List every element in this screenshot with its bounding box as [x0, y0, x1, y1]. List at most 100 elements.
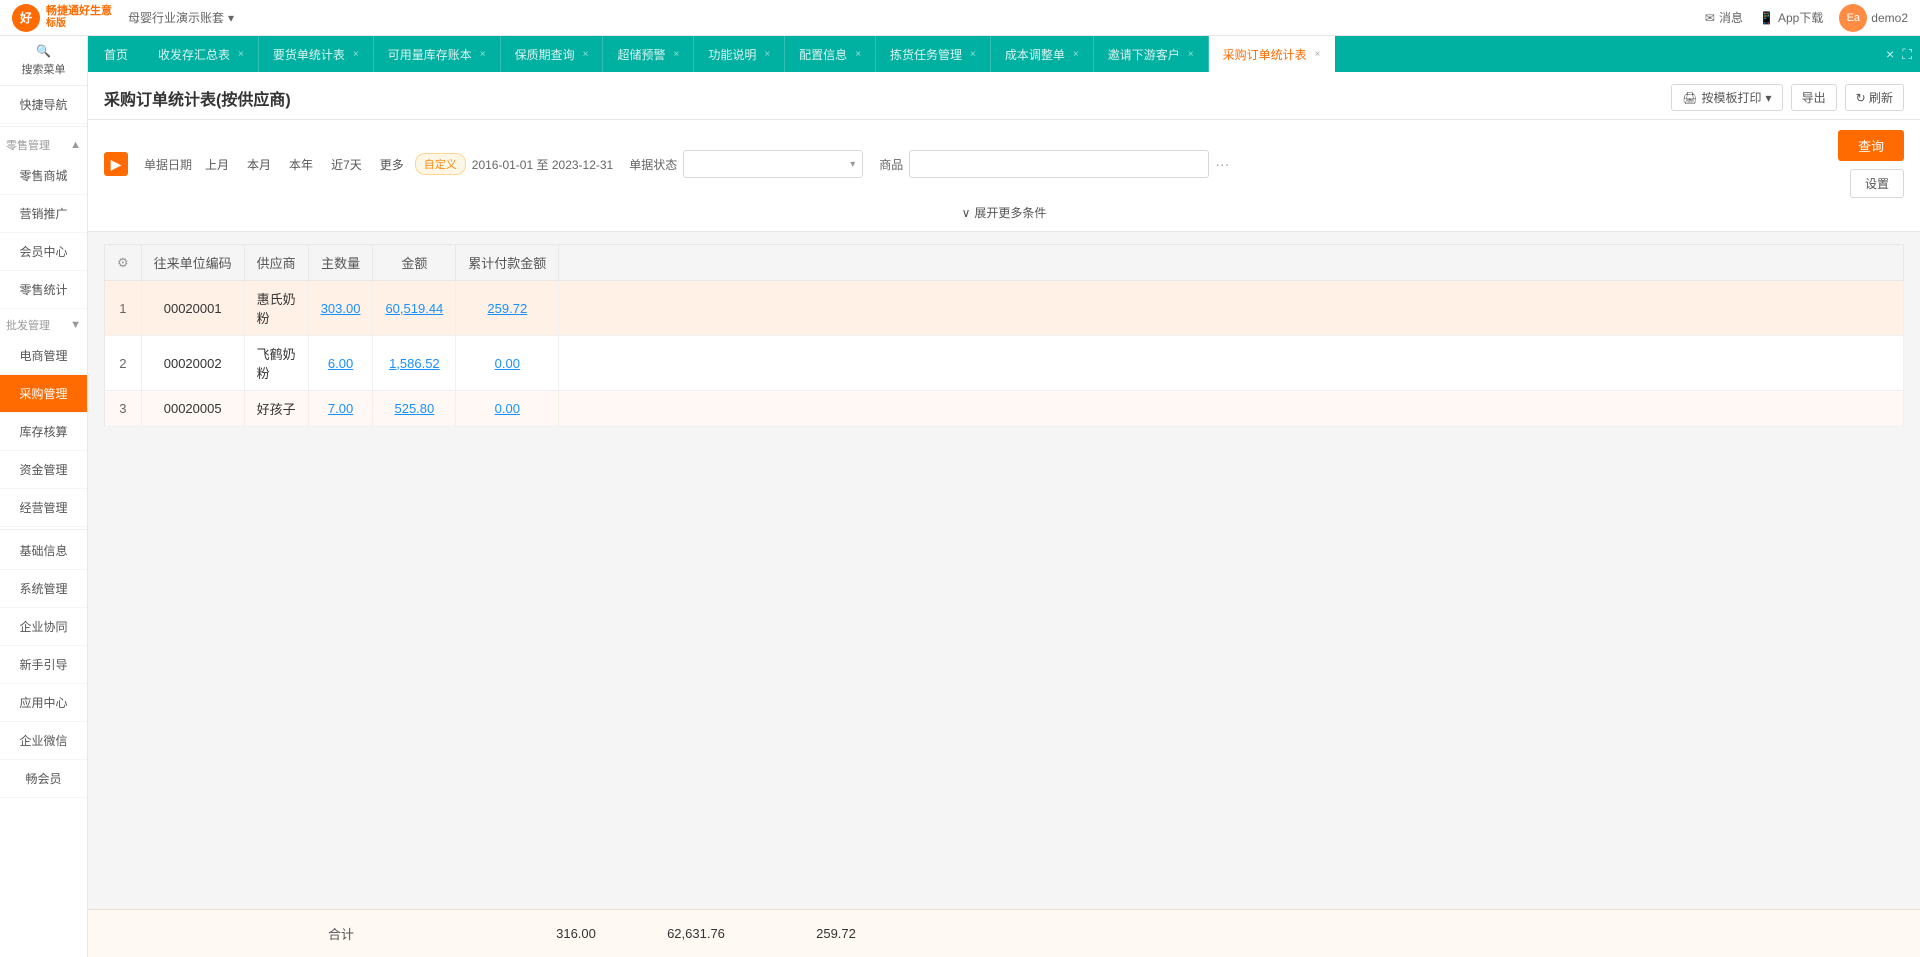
sidebar-item-newbie[interactable]: 新手引导	[0, 646, 87, 684]
tab-function-desc[interactable]: 功能说明 ×	[694, 36, 785, 72]
message-action[interactable]: ✉ 消息	[1705, 9, 1743, 26]
top-bar-right: ✉ 消息 📱 App下载 Ea demo2	[1705, 4, 1908, 32]
sidebar-item-retail-shop[interactable]: 零售商城	[0, 157, 87, 195]
amount-cell[interactable]: 60,519.44	[373, 281, 456, 336]
tab-available-stock[interactable]: 可用量库存账本 ×	[374, 36, 501, 72]
sidebar-quick-nav[interactable]: 快捷导航	[0, 86, 87, 124]
goods-more-icon[interactable]: ···	[1215, 156, 1229, 172]
sidebar-item-retail-mgmt[interactable]: 零售管理 ▲	[0, 129, 87, 157]
tab-config-info[interactable]: 配置信息 ×	[785, 36, 876, 72]
date-range-text: 2016-01-01 至 2023-12-31	[472, 156, 613, 173]
tab-expiry-query[interactable]: 保质期查询 ×	[501, 36, 604, 72]
filter-toggle-button[interactable]: ▶	[104, 152, 128, 176]
sidebar-item-marketing[interactable]: 营销推广	[0, 195, 87, 233]
unit-code-cell: 00020005	[141, 391, 244, 427]
template-print-button[interactable]: 🖨 按模板打印 ▾	[1671, 84, 1782, 111]
workspace-selector[interactable]: 母婴行业演示账套 ▾	[120, 9, 242, 26]
col-header-amount: 金额	[373, 245, 456, 281]
close-tab-icon[interactable]: ×	[1886, 46, 1894, 62]
sidebar-item-member2[interactable]: 畅会员	[0, 760, 87, 798]
extra-cell	[559, 281, 1904, 336]
sidebar-item-wechat[interactable]: 企业微信	[0, 722, 87, 760]
footer-label: 合计	[316, 918, 516, 949]
tab-cost-adjust[interactable]: 成本调整单 ×	[991, 36, 1094, 72]
date-btn-7days[interactable]: 近7天	[324, 153, 369, 176]
close-icon[interactable]: ×	[1315, 49, 1321, 60]
tab-order-summary[interactable]: 要货单统计表 ×	[259, 36, 374, 72]
sidebar-item-ecommerce[interactable]: 电商管理	[0, 337, 87, 375]
search-icon: 🔍	[36, 44, 51, 58]
page-title: 采购订单统计表(按供应商)	[104, 86, 291, 110]
quantity-cell[interactable]: 303.00	[308, 281, 373, 336]
sidebar-item-inventory[interactable]: 库存核算	[0, 413, 87, 451]
expand-more-button[interactable]: ∨ 展开更多条件	[962, 204, 1047, 221]
refresh-button[interactable]: ↻ 刷新	[1845, 84, 1904, 111]
status-select[interactable]	[683, 150, 863, 178]
sidebar-item-operation[interactable]: 经营管理	[0, 489, 87, 527]
sidebar-item-collab[interactable]: 企业协同	[0, 608, 87, 646]
sidebar-item-app-center[interactable]: 应用中心	[0, 684, 87, 722]
tab-invite-downstream[interactable]: 邀请下游客户 ×	[1094, 36, 1209, 72]
page-header: 采购订单统计表(按供应商) 🖨 按模板打印 ▾ 导出 ↻ 刷新	[88, 72, 1920, 120]
page-header-actions: 🖨 按模板打印 ▾ 导出 ↻ 刷新	[1671, 84, 1904, 111]
close-icon[interactable]: ×	[764, 49, 770, 60]
summary-bar: 合计 316.00 62,631.76 259.72	[88, 909, 1920, 957]
row-num-cell: 3	[105, 391, 142, 427]
date-custom-badge[interactable]: 自定义	[415, 153, 466, 175]
query-button[interactable]: 查询	[1838, 130, 1904, 161]
app-download-action[interactable]: 📱 App下载	[1759, 9, 1823, 26]
close-icon[interactable]: ×	[970, 49, 976, 60]
tab-home[interactable]: 首页	[88, 36, 144, 72]
maximize-icon[interactable]: ⛶	[1902, 46, 1912, 63]
quantity-cell[interactable]: 7.00	[308, 391, 373, 427]
sidebar-item-finance[interactable]: 资金管理	[0, 451, 87, 489]
date-btn-this-year[interactable]: 本年	[282, 153, 320, 176]
tab-stock-summary[interactable]: 收发存汇总表 ×	[144, 36, 259, 72]
export-button[interactable]: 导出	[1791, 84, 1837, 111]
close-icon[interactable]: ×	[1188, 49, 1194, 60]
sidebar-item-system[interactable]: 系统管理	[0, 570, 87, 608]
paid-amount-cell[interactable]: 0.00	[456, 391, 559, 427]
date-btn-last-month[interactable]: 上月	[198, 153, 236, 176]
date-btn-more[interactable]: 更多	[373, 153, 411, 176]
date-shortcuts: 上月 本月 本年 近7天 更多 自定义	[198, 153, 466, 176]
sidebar-item-retail-stat[interactable]: 零售统计	[0, 271, 87, 309]
sidebar-item-purchase[interactable]: 采购管理	[0, 375, 87, 413]
quantity-cell[interactable]: 6.00	[308, 336, 373, 391]
user-action[interactable]: Ea demo2	[1839, 4, 1908, 32]
close-icon[interactable]: ×	[583, 49, 589, 60]
status-filter-label: 单据状态	[629, 156, 677, 173]
column-settings-icon[interactable]: ⚙	[117, 255, 129, 270]
logo-area: 好 畅捷通好生意 标版	[12, 4, 112, 32]
settings-button[interactable]: 设置	[1850, 169, 1904, 198]
dropdown-icon: ▾	[1766, 91, 1772, 105]
col-header-quantity: 主数量	[308, 245, 373, 281]
sidebar-item-basic[interactable]: 基础信息	[0, 532, 87, 570]
close-icon[interactable]: ×	[480, 49, 486, 60]
col-header-paid-amount: 累计付款金额	[456, 245, 559, 281]
close-icon[interactable]: ×	[673, 49, 679, 60]
tab-pick-task[interactable]: 拣货任务管理 ×	[876, 36, 991, 72]
close-icon[interactable]: ×	[353, 49, 359, 60]
sidebar-search[interactable]: 🔍 搜索菜单	[0, 36, 87, 86]
tab-overstock-warning[interactable]: 超储预警 ×	[603, 36, 694, 72]
sidebar-item-wholesale[interactable]: 批发管理 ▼	[0, 309, 87, 337]
top-bar-left: 好 畅捷通好生意 标版 母婴行业演示账套 ▾	[12, 4, 242, 32]
close-icon[interactable]: ×	[1073, 49, 1079, 60]
filter-more-row: ∨ 展开更多条件	[104, 198, 1904, 221]
tab-purchase-order-stat[interactable]: 采购订单统计表 ×	[1209, 36, 1336, 72]
footer-quantity: 316.00	[516, 918, 636, 949]
date-btn-this-month[interactable]: 本月	[240, 153, 278, 176]
sidebar-item-member[interactable]: 会员中心	[0, 233, 87, 271]
amount-cell[interactable]: 1,586.52	[373, 336, 456, 391]
close-icon[interactable]: ×	[855, 49, 861, 60]
col-header-extra	[559, 245, 1904, 281]
paid-amount-cell[interactable]: 259.72	[456, 281, 559, 336]
paid-amount-cell[interactable]: 0.00	[456, 336, 559, 391]
page-content: 采购订单统计表(按供应商) 🖨 按模板打印 ▾ 导出 ↻ 刷新	[88, 72, 1920, 957]
goods-input[interactable]	[909, 150, 1209, 178]
close-icon[interactable]: ×	[238, 49, 244, 60]
refresh-icon: ↻	[1856, 91, 1866, 105]
amount-cell[interactable]: 525.80	[373, 391, 456, 427]
footer-paid-amount: 259.72	[756, 918, 916, 949]
